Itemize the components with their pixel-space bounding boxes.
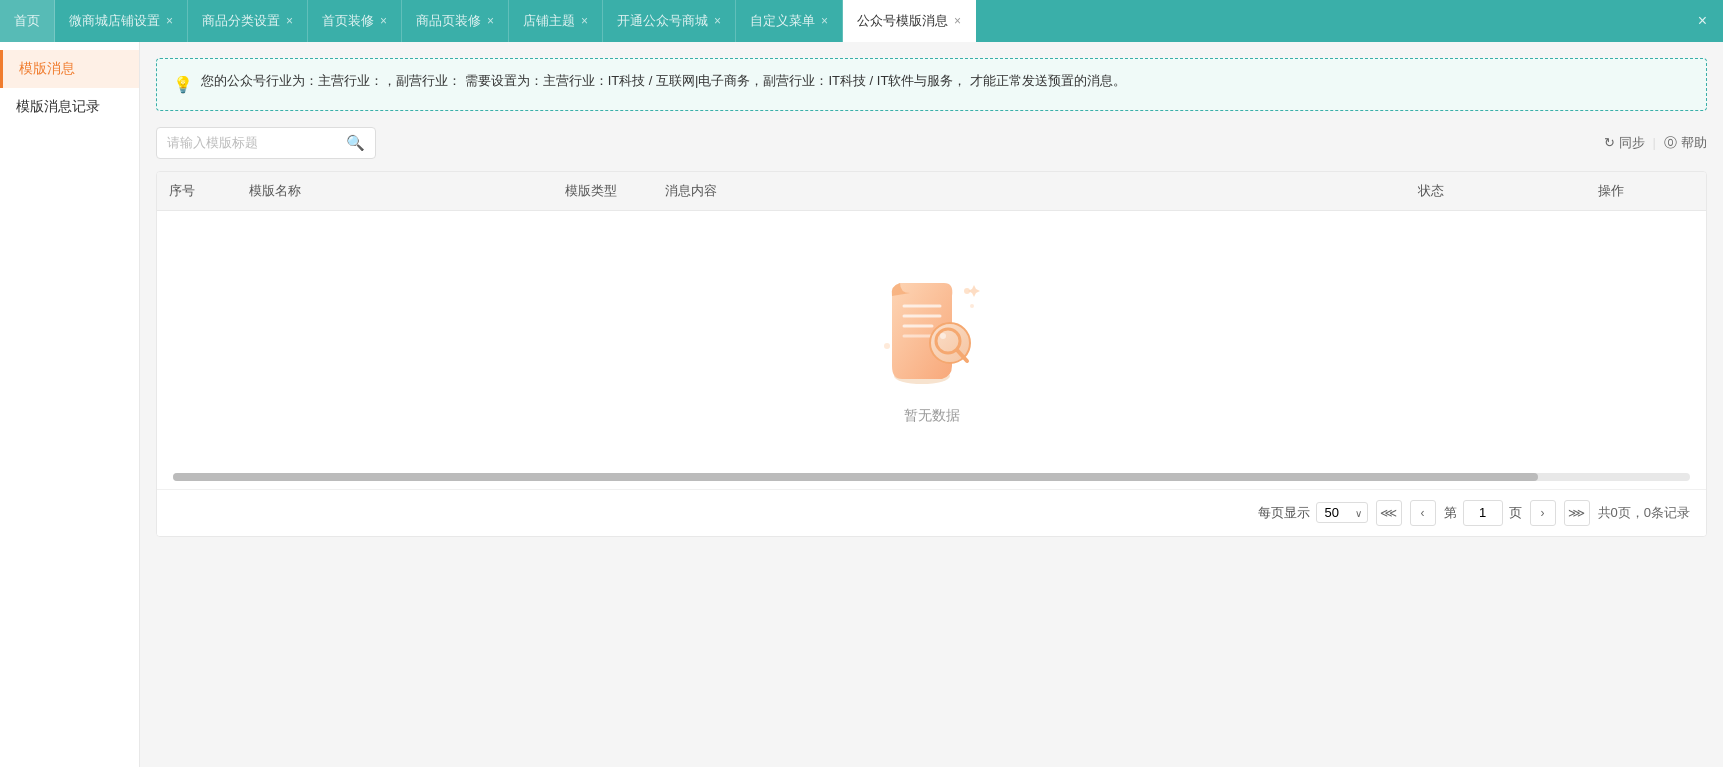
nav-tab-theme-close[interactable]: × xyxy=(581,14,588,28)
svg-point-8 xyxy=(940,333,946,339)
pagination: 每页显示 10 20 50 100 ⋘ ‹ xyxy=(157,489,1706,536)
page-size-label: 每页显示 xyxy=(1258,504,1310,522)
last-page-icon: ⋙ xyxy=(1568,506,1585,520)
sync-label: 同步 xyxy=(1619,134,1645,152)
page-size-container: 10 20 50 100 xyxy=(1316,502,1368,523)
page-size-select[interactable]: 10 20 50 100 xyxy=(1316,502,1368,523)
data-table: 序号 模版名称 模版类型 消息内容 状态 操作 xyxy=(156,171,1707,537)
svg-point-11 xyxy=(884,343,890,349)
next-page-button[interactable]: › xyxy=(1530,500,1556,526)
notice-icon: 💡 xyxy=(173,72,193,98)
prev-page-icon: ‹ xyxy=(1421,506,1425,520)
nav-tab-template[interactable]: 公众号模版消息 × xyxy=(843,0,976,42)
empty-text: 暂无数据 xyxy=(904,407,960,425)
notice-prefix: 您的公众号行业为：主营行业：，副营行业： xyxy=(201,73,461,88)
nav-tab-weshop[interactable]: 微商城店铺设置 × xyxy=(55,0,188,42)
first-page-icon: ⋘ xyxy=(1380,506,1397,520)
nav-tab-category-label: 商品分类设置 xyxy=(202,12,280,30)
nav-tab-category[interactable]: 商品分类设置 × xyxy=(188,0,308,42)
page-unit: 页 xyxy=(1509,504,1522,522)
th-seq: 序号 xyxy=(157,172,237,210)
nav-tab-template-label: 公众号模版消息 xyxy=(857,12,948,30)
sidebar-item-template-record[interactable]: 模版消息记录 xyxy=(0,88,139,126)
help-label: 帮助 xyxy=(1681,134,1707,152)
nav-tab-custommenu-close[interactable]: × xyxy=(821,14,828,28)
search-input-wrap[interactable]: 🔍 xyxy=(156,127,376,159)
main-layout: 模版消息 模版消息记录 💡 您的公众号行业为：主营行业：，副营行业： 需要设置为… xyxy=(0,42,1723,767)
nav-tab-template-close[interactable]: × xyxy=(954,14,961,28)
empty-icon xyxy=(872,271,992,391)
svg-point-10 xyxy=(970,304,974,308)
nav-tab-mall[interactable]: 开通公众号商城 × xyxy=(603,0,736,42)
table-header: 序号 模版名称 模版类型 消息内容 状态 操作 xyxy=(157,172,1706,211)
search-actions: ↻ 同步 | ⓪ 帮助 xyxy=(1604,134,1707,152)
empty-state: 暂无数据 xyxy=(157,211,1706,465)
nav-tab-product[interactable]: 商品页装修 × xyxy=(402,0,509,42)
nav-tab-custommenu-label: 自定义菜单 xyxy=(750,12,815,30)
search-input[interactable] xyxy=(167,135,346,150)
nav-tab-theme-label: 店铺主题 xyxy=(523,12,575,30)
nav-tab-mall-close[interactable]: × xyxy=(714,14,721,28)
th-name: 模版名称 xyxy=(237,172,553,210)
nav-tab-product-close[interactable]: × xyxy=(487,14,494,28)
nav-tab-weshop-close[interactable]: × xyxy=(166,14,173,28)
th-status: 状态 xyxy=(1406,172,1586,210)
nav-tab-homepage[interactable]: 首页装修 × xyxy=(308,0,402,42)
sidebar-item-template-record-label: 模版消息记录 xyxy=(16,98,100,114)
nav-tab-product-label: 商品页装修 xyxy=(416,12,481,30)
th-content: 消息内容 xyxy=(653,172,1406,210)
scroll-track[interactable] xyxy=(173,473,1690,481)
nav-tab-homepage-label: 首页装修 xyxy=(322,12,374,30)
help-icon: ⓪ xyxy=(1664,134,1677,152)
action-divider: | xyxy=(1653,135,1656,150)
th-action: 操作 xyxy=(1586,172,1706,210)
nav-tab-mall-label: 开通公众号商城 xyxy=(617,12,708,30)
page-input-wrap: 第 页 xyxy=(1444,500,1522,526)
scroll-thumb xyxy=(173,473,1538,481)
nav-close-all-button[interactable]: × xyxy=(1682,12,1723,30)
last-page-button[interactable]: ⋙ xyxy=(1564,500,1590,526)
help-button[interactable]: ⓪ 帮助 xyxy=(1664,134,1707,152)
notice-highlight: 需要设置为：主营行业：IT科技 / 互联网|电子商务，副营行业：IT科技 / I… xyxy=(465,73,967,88)
page-size-wrap: 每页显示 10 20 50 100 xyxy=(1258,502,1368,523)
nav-tab-theme[interactable]: 店铺主题 × xyxy=(509,0,603,42)
sidebar-item-template-msg-label: 模版消息 xyxy=(19,60,75,76)
total-info: 共0页，0条记录 xyxy=(1598,504,1690,522)
first-page-button[interactable]: ⋘ xyxy=(1376,500,1402,526)
search-bar: 🔍 ↻ 同步 | ⓪ 帮助 xyxy=(156,127,1707,159)
page-label: 第 xyxy=(1444,504,1457,522)
nav-tab-home[interactable]: 首页 xyxy=(0,0,55,42)
notice-suffix: 才能正常发送预置的消息。 xyxy=(970,73,1126,88)
prev-page-button[interactable]: ‹ xyxy=(1410,500,1436,526)
sync-button[interactable]: ↻ 同步 xyxy=(1604,134,1645,152)
nav-tab-category-close[interactable]: × xyxy=(286,14,293,28)
sidebar-item-template-msg[interactable]: 模版消息 xyxy=(0,50,139,88)
content-area: 💡 您的公众号行业为：主营行业：，副营行业： 需要设置为：主营行业：IT科技 /… xyxy=(140,42,1723,767)
notice-text: 您的公众号行业为：主营行业：，副营行业： 需要设置为：主营行业：IT科技 / 互… xyxy=(201,71,1126,92)
nav-tab-custommenu[interactable]: 自定义菜单 × xyxy=(736,0,843,42)
next-page-icon: › xyxy=(1541,506,1545,520)
nav-tab-homepage-close[interactable]: × xyxy=(380,14,387,28)
nav-tab-home-label: 首页 xyxy=(14,12,40,30)
page-number-input[interactable] xyxy=(1463,500,1503,526)
sidebar: 模版消息 模版消息记录 xyxy=(0,42,140,767)
th-type: 模版类型 xyxy=(553,172,653,210)
search-icon[interactable]: 🔍 xyxy=(346,134,365,152)
sync-icon: ↻ xyxy=(1604,135,1615,150)
notice-box: 💡 您的公众号行业为：主营行业：，副营行业： 需要设置为：主营行业：IT科技 /… xyxy=(156,58,1707,111)
nav-tab-weshop-label: 微商城店铺设置 xyxy=(69,12,160,30)
top-navigation: 首页 微商城店铺设置 × 商品分类设置 × 首页装修 × 商品页装修 × 店铺主… xyxy=(0,0,1723,42)
